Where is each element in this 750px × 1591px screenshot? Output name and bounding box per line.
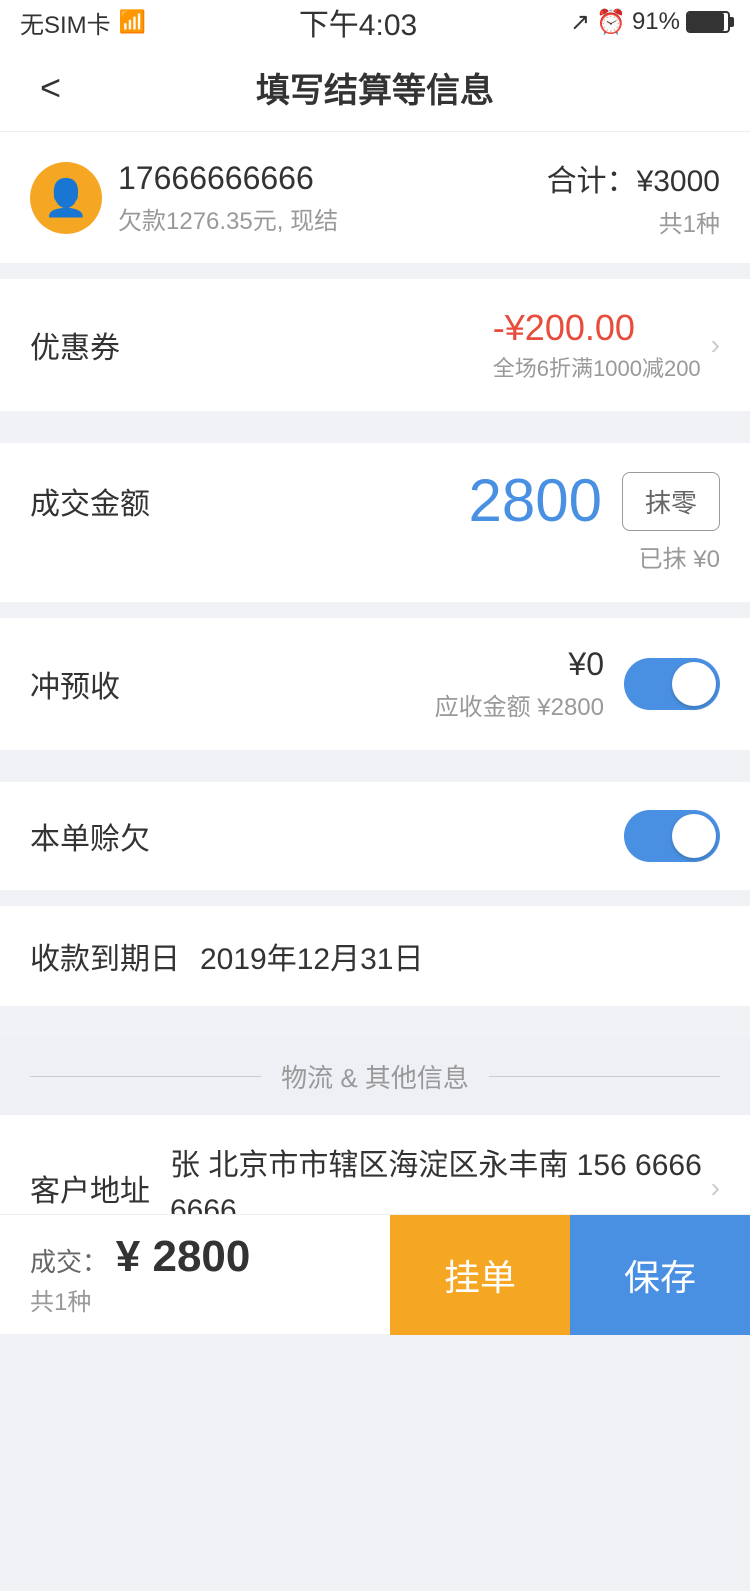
carrier-label: 无SIM卡	[20, 5, 111, 40]
prepay-toggle[interactable]	[624, 658, 720, 710]
customer-row: 👤 17666666666 欠款1276.35元, 现结 合计：¥3000 共1…	[0, 132, 750, 263]
deal-label: 成交金额	[30, 479, 150, 523]
divider-text: 物流 & 其他信息	[281, 1058, 469, 1095]
total-count: 共1种	[547, 204, 720, 239]
separator-3	[0, 1022, 750, 1038]
debt-label: 本单赊欠	[30, 814, 150, 858]
duedate-section: 收款到期日 2019年12月31日	[0, 906, 750, 1006]
prepay-section: 冲预收 ¥0 应收金额 ¥2800	[0, 618, 750, 750]
bottom-deal-amount: ¥ 2800	[116, 1232, 251, 1281]
content-area: 👤 17666666666 欠款1276.35元, 现结 合计：¥3000 共1…	[0, 132, 750, 1591]
total-label: 合计：	[547, 165, 637, 198]
page-title: 填写结算等信息	[256, 63, 494, 112]
back-button[interactable]: <	[30, 57, 71, 119]
prepay-right: ¥0 应收金额 ¥2800	[435, 646, 720, 722]
deal-sub: 已抹 ¥0	[30, 539, 720, 574]
battery-percent: 91%	[632, 8, 680, 36]
deal-section: 成交金额 2800 抹零 已抹 ¥0	[0, 443, 750, 602]
prepay-label: 冲预收	[30, 662, 120, 706]
coupon-info: -¥200.00 全场6折满1000减200	[493, 307, 701, 383]
hold-button[interactable]: 挂单	[390, 1215, 570, 1335]
coupon-right: -¥200.00 全场6折满1000减200 ›	[493, 307, 720, 383]
separator-1	[0, 427, 750, 443]
duedate-value: 2019年12月31日	[200, 934, 423, 978]
bottom-deal-row: 成交： ¥ 2800	[30, 1232, 360, 1282]
divider-line-right	[489, 1076, 720, 1077]
prepay-amount: ¥0	[435, 646, 604, 683]
alarm-icon: ⏰	[596, 8, 626, 37]
coupon-amount: -¥200.00	[493, 307, 701, 349]
debt-toggle[interactable]	[624, 810, 720, 862]
bottom-deal-label: 成交：	[30, 1247, 108, 1277]
round-button[interactable]: 抹零	[622, 472, 720, 531]
nav-bar: < 填写结算等信息	[0, 44, 750, 132]
bottom-count: 共1种	[30, 1282, 360, 1317]
battery-fill	[688, 13, 724, 31]
battery-icon	[686, 11, 730, 33]
separator-2	[0, 766, 750, 782]
total-amount: 合计：¥3000	[547, 156, 720, 200]
deal-row: 成交金额 2800 抹零	[30, 471, 720, 531]
customer-info: 17666666666 欠款1276.35元, 现结	[118, 160, 338, 236]
bottom-left: 成交： ¥ 2800 共1种	[0, 1232, 390, 1317]
toggle-circle	[672, 662, 716, 706]
section-divider: 物流 & 其他信息	[0, 1038, 750, 1115]
debt-toggle-circle	[672, 814, 716, 858]
total-value: ¥3000	[637, 165, 720, 198]
status-bar: 无SIM卡 📶 下午4:03 ↗ ⏰ 91%	[0, 0, 750, 44]
save-button[interactable]: 保存	[570, 1215, 750, 1335]
divider-line-left	[30, 1076, 261, 1077]
bottom-bar: 成交： ¥ 2800 共1种 挂单 保存	[0, 1214, 750, 1334]
coupon-label: 优惠券	[30, 323, 120, 367]
prepay-amount-block: ¥0 应收金额 ¥2800	[435, 646, 604, 722]
customer-left: 👤 17666666666 欠款1276.35元, 现结	[30, 160, 338, 236]
address-chevron-icon: ›	[711, 1172, 720, 1204]
coupon-desc: 全场6折满1000减200	[493, 351, 701, 383]
address-label: 客户地址	[30, 1166, 150, 1210]
customer-right: 合计：¥3000 共1种	[547, 156, 720, 239]
deal-right: 2800 抹零	[469, 471, 721, 531]
status-right: ↗ ⏰ 91%	[570, 8, 730, 37]
customer-phone: 17666666666	[118, 160, 338, 197]
prepay-row: 冲预收 ¥0 应收金额 ¥2800	[30, 646, 720, 722]
duedate-label: 收款到期日	[30, 934, 180, 978]
coupon-row[interactable]: 优惠券 -¥200.00 全场6折满1000减200 ›	[0, 279, 750, 411]
coupon-chevron-icon: ›	[711, 329, 720, 361]
deal-amount: 2800	[469, 471, 602, 531]
debt-section: 本单赊欠	[0, 782, 750, 890]
wifi-icon: 📶	[119, 9, 146, 35]
customer-sub: 欠款1276.35元, 现结	[118, 201, 338, 236]
status-time: 下午4:03	[299, 0, 417, 44]
prepay-sub: 应收金额 ¥2800	[435, 687, 604, 722]
avatar: 👤	[30, 162, 102, 234]
location-icon: ↗	[570, 8, 590, 37]
status-left: 无SIM卡 📶	[20, 5, 146, 40]
